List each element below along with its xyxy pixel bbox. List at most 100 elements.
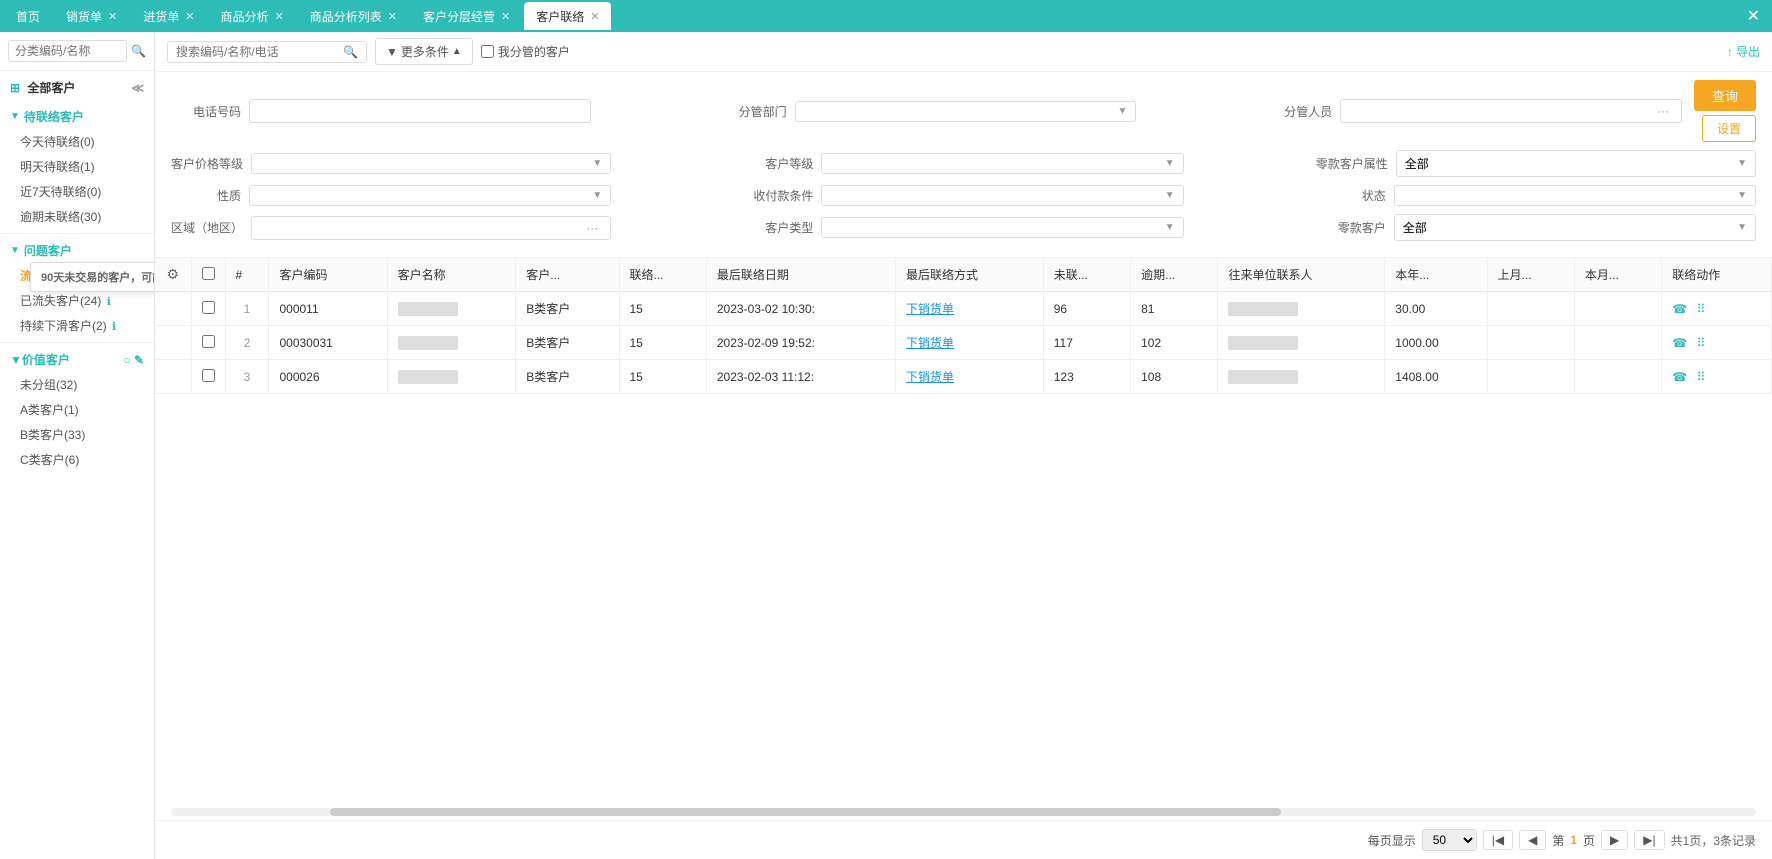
- table-settings-icon[interactable]: ⚙: [166, 266, 179, 282]
- sidebar-item-tomorrow[interactable]: 明天待联络(1): [0, 154, 154, 179]
- retail-customer-select[interactable]: 全部 ▼: [1394, 214, 1756, 241]
- more-conditions-button[interactable]: ▼ 更多条件 ▲: [375, 38, 473, 65]
- th-code[interactable]: 客户编码: [269, 258, 387, 292]
- value-section-icons[interactable]: ○ ✎: [123, 353, 144, 367]
- action-contact-icon[interactable]: ☎: [1672, 336, 1687, 350]
- th-type[interactable]: 客户...: [516, 258, 619, 292]
- row-check-cell[interactable]: [191, 360, 225, 394]
- action-more-icon[interactable]: ⠿: [1697, 370, 1706, 384]
- row-checkbox[interactable]: [202, 335, 215, 348]
- action-more-icon[interactable]: ⠿: [1697, 336, 1706, 350]
- tab-home[interactable]: 首页: [4, 2, 52, 30]
- retail-attr-select[interactable]: 全部 ▼: [1396, 150, 1756, 177]
- sidebar-item-overdue[interactable]: 逾期未联络(30): [0, 204, 154, 229]
- price-grade-select[interactable]: ▼: [251, 153, 611, 174]
- th-last-way[interactable]: 最后联络方式: [896, 258, 1044, 292]
- window-close-button[interactable]: ✕: [1739, 6, 1768, 26]
- tab-goods-list-close[interactable]: ✕: [388, 10, 397, 23]
- tab-customer-tier[interactable]: 客户分层经营 ✕: [411, 2, 522, 30]
- last-way-link[interactable]: 下销货单: [906, 302, 954, 316]
- sidebar-all-customers[interactable]: ⊞ 全部客户 ≪: [0, 71, 154, 104]
- action-contact-icon[interactable]: ☎: [1672, 370, 1687, 384]
- th-last-date[interactable]: 最后联络日期: [706, 258, 895, 292]
- tab-sales-close[interactable]: ✕: [108, 10, 117, 23]
- region-select[interactable]: ···: [251, 216, 611, 240]
- sidebar-section-problem[interactable]: ▼ 问题客户 90天未交易的客户，可能有流失风险。: [0, 238, 154, 263]
- tab-purchase[interactable]: 进货单 ✕: [131, 2, 206, 30]
- sidebar-item-class-c[interactable]: C类客户(6): [0, 447, 154, 472]
- sidebar-section-value[interactable]: ▼ 价值客户 ○ ✎: [0, 347, 154, 372]
- sidebar-item-class-b[interactable]: B类客户(33): [0, 422, 154, 447]
- person-more-icon[interactable]: ···: [1653, 104, 1673, 118]
- filter-search-icon[interactable]: 🔍: [343, 45, 358, 59]
- payment-select[interactable]: ▼: [821, 185, 1183, 206]
- per-page-select[interactable]: 50 20 100: [1422, 829, 1477, 851]
- th-contact[interactable]: 联络...: [619, 258, 706, 292]
- row-check-cell[interactable]: [191, 292, 225, 326]
- status-select[interactable]: ▼: [1394, 185, 1756, 206]
- phone-input[interactable]: [249, 99, 591, 123]
- prev-page-button[interactable]: ◀: [1519, 830, 1546, 850]
- horizontal-scrollbar[interactable]: [171, 808, 1756, 816]
- last-way-link[interactable]: 下销货单: [906, 336, 954, 350]
- data-table-wrap: ⚙ # 客户编码 客户名称 客户...: [155, 258, 1772, 804]
- filter-search-box[interactable]: 🔍: [167, 41, 367, 63]
- row-last-way[interactable]: 下销货单: [896, 326, 1044, 360]
- filter-search-input[interactable]: [176, 45, 343, 59]
- tab-customer-tier-close[interactable]: ✕: [501, 10, 510, 23]
- tab-customer-contact[interactable]: 客户联络 ✕: [524, 2, 611, 30]
- tab-goods-analysis-close[interactable]: ✕: [275, 10, 284, 23]
- person-select[interactable]: ···: [1340, 99, 1682, 123]
- sidebar-item-unclassified[interactable]: 未分组(32): [0, 372, 154, 397]
- sidebar-item-declining[interactable]: 持续下滑客户(2) ℹ: [0, 313, 154, 338]
- th-overdue[interactable]: 逾期...: [1131, 258, 1218, 292]
- first-page-button[interactable]: |◀: [1483, 830, 1513, 850]
- th-this-month[interactable]: 本月...: [1574, 258, 1661, 292]
- sidebar-item-today[interactable]: 今天待联络(0): [0, 129, 154, 154]
- retail-customer-chevron-icon: ▼: [1737, 222, 1747, 233]
- tab-purchase-close[interactable]: ✕: [185, 10, 194, 23]
- row-action[interactable]: ☎ ⠿: [1662, 326, 1772, 360]
- tab-goods-list[interactable]: 商品分析列表 ✕: [298, 2, 409, 30]
- query-button[interactable]: 查询: [1694, 80, 1756, 111]
- th-this-year[interactable]: 本年...: [1385, 258, 1487, 292]
- sidebar-item-class-a[interactable]: A类客户(1): [0, 397, 154, 422]
- region-more-icon[interactable]: ···: [582, 221, 602, 235]
- next-page-button[interactable]: ▶: [1601, 830, 1628, 850]
- row-last-way[interactable]: 下销货单: [896, 360, 1044, 394]
- tab-customer-contact-close[interactable]: ✕: [590, 10, 599, 23]
- row-action[interactable]: ☎ ⠿: [1662, 360, 1772, 394]
- my-customers-checkbox[interactable]: [481, 45, 494, 58]
- th-name[interactable]: 客户名称: [387, 258, 516, 292]
- customer-grade-select[interactable]: ▼: [821, 153, 1183, 174]
- sidebar-search-input[interactable]: [8, 40, 127, 62]
- scrollbar-thumb[interactable]: [330, 808, 1281, 816]
- select-all-checkbox[interactable]: [202, 267, 215, 280]
- th-check[interactable]: [191, 258, 225, 292]
- action-contact-icon[interactable]: ☎: [1672, 302, 1687, 316]
- row-action[interactable]: ☎ ⠿: [1662, 292, 1772, 326]
- row-checkbox[interactable]: [202, 301, 215, 314]
- th-settings[interactable]: ⚙: [155, 258, 191, 292]
- sidebar-item-7days[interactable]: 近7天待联络(0): [0, 179, 154, 204]
- last-way-link[interactable]: 下销货单: [906, 370, 954, 384]
- last-page-button[interactable]: ▶|: [1634, 830, 1664, 850]
- export-button[interactable]: ↑ 导出: [1727, 43, 1760, 60]
- my-customers-checkbox-label[interactable]: 我分管的客户: [481, 43, 570, 60]
- tab-sales[interactable]: 销货单 ✕: [54, 2, 129, 30]
- action-more-icon[interactable]: ⠿: [1697, 302, 1706, 316]
- row-last-way[interactable]: 下销货单: [896, 292, 1044, 326]
- dept-select[interactable]: ▼: [795, 101, 1137, 122]
- row-checkbox[interactable]: [202, 369, 215, 382]
- settings-button[interactable]: 设置: [1702, 115, 1756, 142]
- sidebar-search-icon[interactable]: 🔍: [131, 44, 146, 58]
- sidebar-collapse-icon[interactable]: ≪: [131, 81, 144, 95]
- row-check-cell[interactable]: [191, 326, 225, 360]
- sidebar-section-pending[interactable]: ▼ 待联络客户: [0, 104, 154, 129]
- gender-select[interactable]: ▼: [249, 185, 611, 206]
- th-company-contact[interactable]: 往来单位联系人: [1218, 258, 1385, 292]
- customer-type-select[interactable]: ▼: [821, 217, 1183, 238]
- tab-goods-analysis[interactable]: 商品分析 ✕: [208, 2, 295, 30]
- th-not-contacted[interactable]: 未联...: [1043, 258, 1130, 292]
- th-last-month[interactable]: 上月...: [1487, 258, 1574, 292]
